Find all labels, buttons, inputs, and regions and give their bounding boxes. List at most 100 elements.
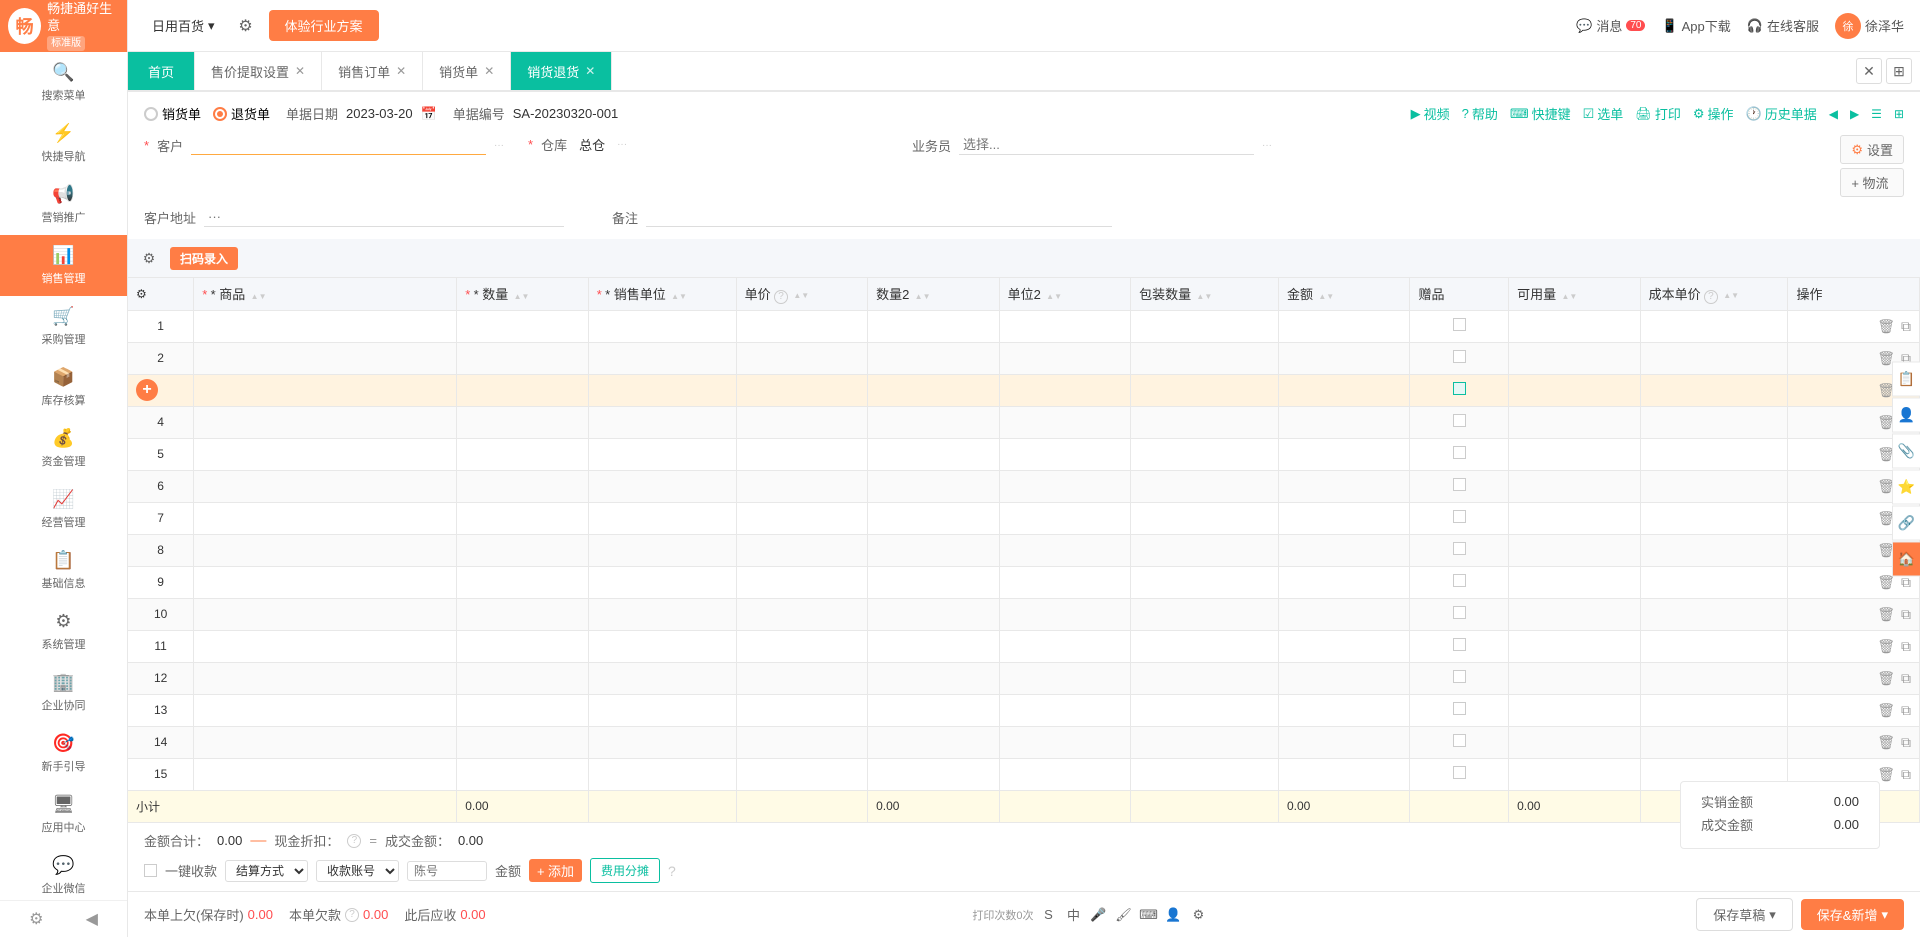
close-tab-btn[interactable]: ✕: [1856, 58, 1882, 84]
save-draft-button[interactable]: 保存草稿 ▾: [1696, 898, 1793, 931]
cell-11-0[interactable]: [457, 630, 588, 662]
gift-checkbox-14[interactable]: [1453, 734, 1466, 747]
product-cell-14[interactable]: [194, 726, 457, 758]
discount-info-icon[interactable]: ?: [347, 834, 361, 848]
collapse-icon[interactable]: ◀: [86, 909, 98, 929]
delete-row-icon-1[interactable]: 🗑: [1877, 318, 1895, 335]
product-input-3[interactable]: [202, 383, 448, 398]
gift-cell-7[interactable]: [1410, 502, 1509, 534]
cell-12-4[interactable]: [999, 662, 1130, 694]
copy-row-icon-10[interactable]: ⧉: [1901, 606, 1911, 623]
product-cell-12[interactable]: [194, 662, 457, 694]
delete-row-icon-14[interactable]: 🗑: [1877, 734, 1895, 751]
cell-6-4[interactable]: [999, 470, 1130, 502]
sort-unit[interactable]: ▲▼: [671, 292, 687, 301]
cell-2-1[interactable]: [588, 342, 736, 374]
right-float-star-icon[interactable]: ⭐: [1892, 469, 1920, 504]
operate-link[interactable]: ⚙ 操作: [1693, 104, 1734, 123]
delete-row-icon-10[interactable]: 🗑: [1877, 606, 1895, 623]
sidebar-item-appstore[interactable]: 🖥 应用中心: [0, 784, 127, 845]
cost-info-icon[interactable]: ?: [1704, 290, 1718, 304]
cell-6-2[interactable]: [736, 470, 867, 502]
avail-cell-11[interactable]: [1509, 630, 1640, 662]
product-cell-8[interactable]: [194, 534, 457, 566]
cell-11-3[interactable]: [868, 630, 999, 662]
cell-2-0[interactable]: [457, 342, 588, 374]
settings2-icon[interactable]: ⚙: [1188, 904, 1210, 926]
sidebar-item-marketing[interactable]: 📢 营销推广: [0, 174, 127, 235]
product-cell-1[interactable]: [194, 310, 457, 342]
cell-4-5[interactable]: [1131, 406, 1279, 438]
cell-7-1[interactable]: [588, 502, 736, 534]
gift-checkbox-7[interactable]: [1453, 510, 1466, 523]
cost-cell-7[interactable]: [1640, 502, 1788, 534]
cell-7-4[interactable]: [999, 502, 1130, 534]
delete-row-icon-13[interactable]: 🗑: [1877, 702, 1895, 719]
gift-checkbox-15[interactable]: [1453, 766, 1466, 779]
settings-gear-icon[interactable]: ⚙: [29, 909, 43, 929]
gift-cell-13[interactable]: [1410, 694, 1509, 726]
cell-11-4[interactable]: [999, 630, 1130, 662]
gift-cell-1[interactable]: [1410, 310, 1509, 342]
avail-cell-5[interactable]: [1509, 438, 1640, 470]
sougou-icon[interactable]: S: [1038, 904, 1060, 926]
cost-cell-6[interactable]: [1640, 470, 1788, 502]
copy-row-icon-15[interactable]: ⧉: [1901, 766, 1911, 783]
cell-14-0[interactable]: [457, 726, 588, 758]
avail-cell-15[interactable]: [1509, 758, 1640, 790]
header-settings-btn[interactable]: ⚙: [231, 11, 261, 41]
keyboard-icon[interactable]: ⌨: [1138, 904, 1160, 926]
sort-unit2[interactable]: ▲▼: [1046, 292, 1062, 301]
avail-cell-13[interactable]: [1509, 694, 1640, 726]
product-cell-10[interactable]: [194, 598, 457, 630]
sidebar-item-guide[interactable]: 🎯 新手引导: [0, 723, 127, 784]
cell-7-0[interactable]: [457, 502, 588, 534]
cell-5-0[interactable]: [457, 438, 588, 470]
sort-pkg[interactable]: ▲▼: [1196, 292, 1212, 301]
paint-icon[interactable]: 🖌: [1113, 904, 1135, 926]
col-settings[interactable]: ⚙: [128, 278, 194, 310]
delete-row-icon-12[interactable]: 🗑: [1877, 670, 1895, 687]
table-settings-icon[interactable]: ⚙: [136, 245, 162, 271]
cell-12-2[interactable]: [736, 662, 867, 694]
cell-10-0[interactable]: [457, 598, 588, 630]
cell-7-6[interactable]: [1278, 502, 1409, 534]
cell-3-1[interactable]: [588, 374, 736, 406]
cell-3-0[interactable]: [457, 374, 588, 406]
copy-row-icon-12[interactable]: ⧉: [1901, 670, 1911, 687]
gift-checkbox-9[interactable]: [1453, 574, 1466, 587]
sort-qty[interactable]: ▲▼: [514, 292, 530, 301]
tab-price[interactable]: 售价提取设置 ✕: [195, 52, 322, 90]
cell-1-3[interactable]: [868, 310, 999, 342]
restore-tab-btn[interactable]: ⊞: [1886, 58, 1912, 84]
sort-avail[interactable]: ▲▼: [1561, 292, 1577, 301]
messages-item[interactable]: 💬 消息 70: [1576, 16, 1645, 35]
gift-cell-3[interactable]: [1410, 374, 1509, 406]
cost-cell-14[interactable]: [1640, 726, 1788, 758]
cell-6-3[interactable]: [868, 470, 999, 502]
print-link[interactable]: 🖨 打印: [1635, 104, 1681, 123]
cell-2-3[interactable]: [868, 342, 999, 374]
tab-price-close[interactable]: ✕: [295, 64, 305, 78]
cell-11-1[interactable]: [588, 630, 736, 662]
cell-12-6[interactable]: [1278, 662, 1409, 694]
cell-15-1[interactable]: [588, 758, 736, 790]
cell-5-5[interactable]: [1131, 438, 1279, 470]
cell-13-6[interactable]: [1278, 694, 1409, 726]
gift-checkbox-4[interactable]: [1453, 414, 1466, 427]
avail-cell-8[interactable]: [1509, 534, 1640, 566]
cell-11-2[interactable]: [736, 630, 867, 662]
scan-button[interactable]: 扫码录入: [170, 247, 238, 270]
staff-input[interactable]: [959, 135, 1254, 155]
debt-info-icon[interactable]: ?: [345, 908, 359, 922]
view-grid-icon[interactable]: ⊞: [1894, 107, 1904, 121]
sidebar-item-quicknav[interactable]: ⚡ 快捷导航: [0, 113, 127, 174]
avail-cell-3[interactable]: [1509, 374, 1640, 406]
right-float-form-icon[interactable]: 📋: [1892, 361, 1920, 396]
cost-cell-1[interactable]: [1640, 310, 1788, 342]
avail-cell-9[interactable]: [1509, 566, 1640, 598]
product-cell-11[interactable]: [194, 630, 457, 662]
cost-cell-3[interactable]: [1640, 374, 1788, 406]
gift-cell-15[interactable]: [1410, 758, 1509, 790]
sale-radio[interactable]: 销货单: [144, 104, 201, 123]
